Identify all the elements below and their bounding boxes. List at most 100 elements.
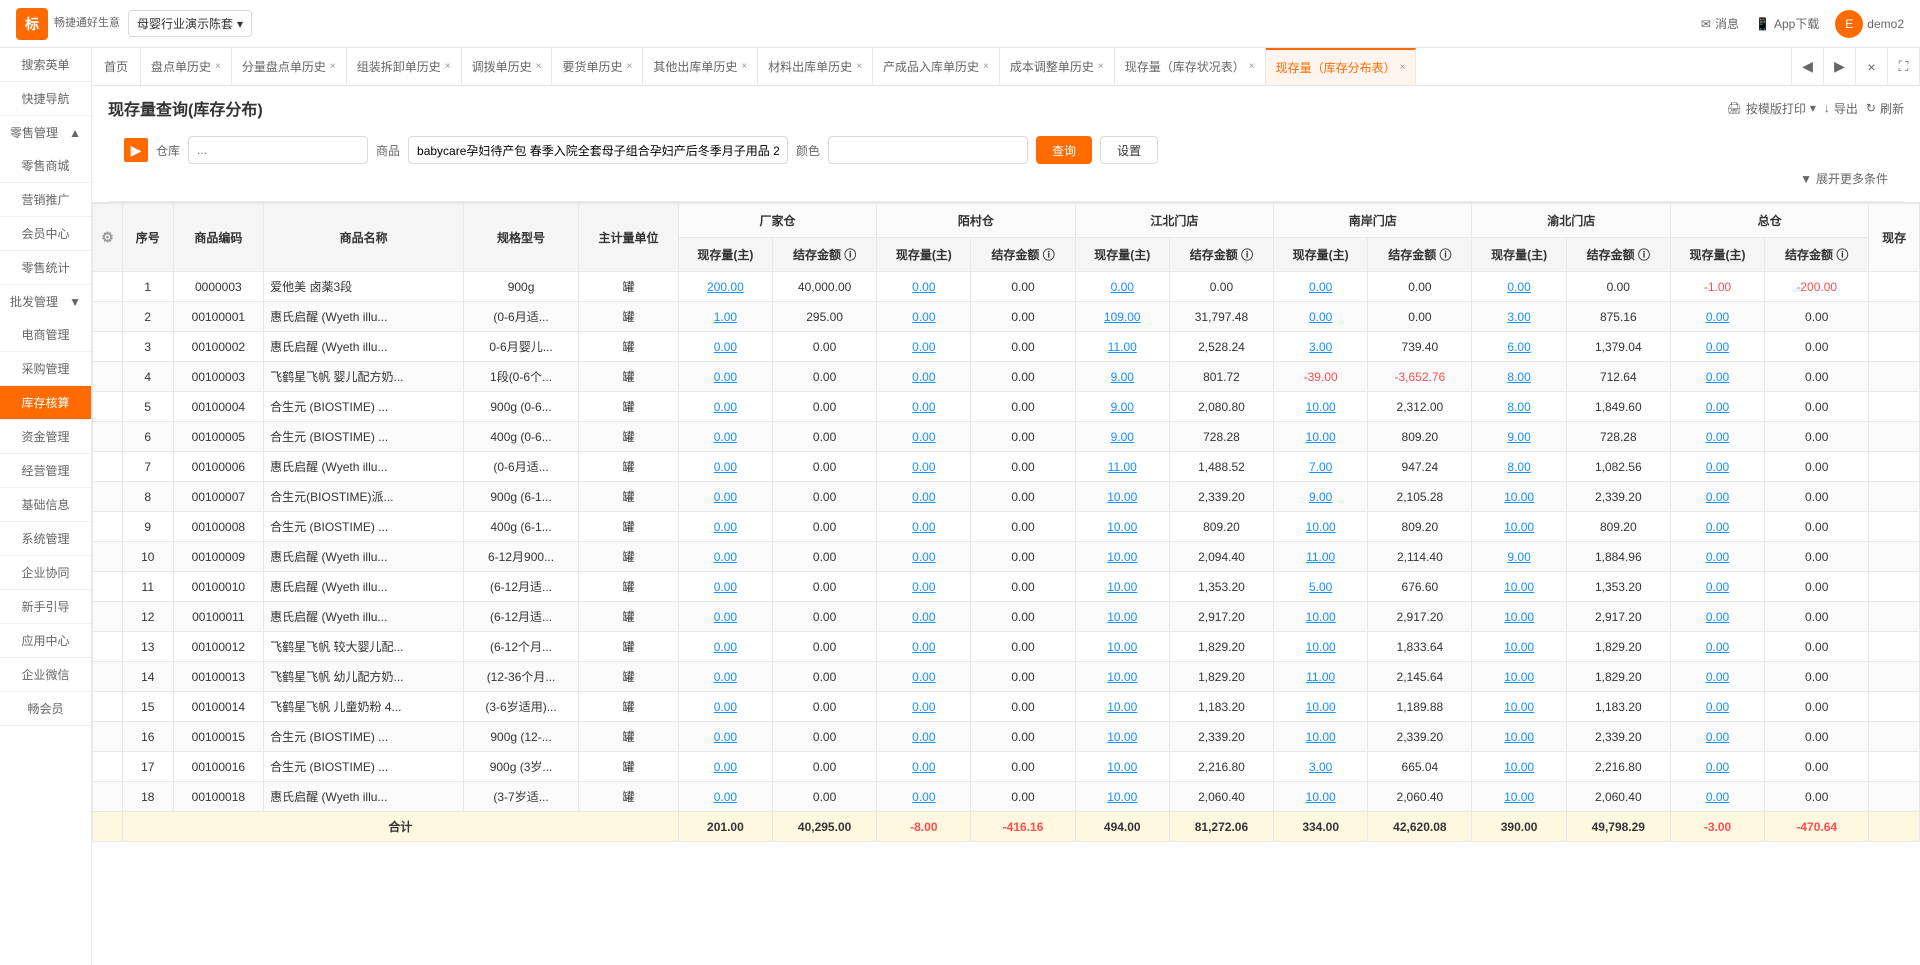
sidebar-item-wholesale[interactable]: 批发管理 ▼ — [0, 285, 91, 318]
app-icon: 📱 — [1755, 17, 1770, 31]
cell-mc-qty: 0.00 — [877, 392, 971, 422]
cell-current — [1869, 302, 1920, 332]
tab-close-icon[interactable]: × — [445, 61, 451, 72]
tab-material-out[interactable]: 材料出库单历史 × — [758, 48, 873, 86]
tab-close-icon[interactable]: × — [741, 61, 747, 72]
tab-close-icon[interactable]: × — [215, 61, 221, 72]
top-bar-left: 标 畅捷通好生意 母婴行业演示陈套 ▾ — [16, 8, 252, 40]
store-selector[interactable]: 母婴行业演示陈套 ▾ — [128, 10, 252, 37]
cell-code: 00100002 — [173, 332, 264, 362]
sidebar-item-search[interactable]: 搜索英单 — [0, 48, 91, 82]
color-input[interactable] — [828, 136, 1028, 164]
expand-more-btn[interactable]: ▼ 展开更多条件 — [1800, 170, 1888, 187]
sidebar-item-operation[interactable]: 经营管理 — [0, 454, 91, 488]
sidebar-item-basic[interactable]: 基础信息 — [0, 488, 91, 522]
tab-close-icon[interactable]: × — [330, 61, 336, 72]
store-name: 母婴行业演示陈套 — [137, 15, 233, 32]
tab-close-all-btn[interactable]: × — [1856, 48, 1888, 86]
sidebar-item-finance[interactable]: 资金管理 — [0, 420, 91, 454]
print-btn[interactable]: 🖨 按模版打印 ▾ — [1727, 100, 1816, 117]
filter-expand-btn[interactable]: ▶ — [124, 138, 148, 162]
warehouse-input[interactable] — [188, 136, 368, 164]
tab-other-out[interactable]: 其他出库单历史 × — [643, 48, 758, 86]
cell-zc-qty: 0.00 — [1670, 332, 1764, 362]
sidebar-item-marketing[interactable]: 营销推广 — [0, 183, 91, 217]
cell-mc-amt: 0.00 — [971, 572, 1075, 602]
tab-sub-point-history[interactable]: 分量盘点单历史 × — [232, 48, 347, 86]
cell-fj-qty: 0.00 — [678, 422, 772, 452]
refresh-icon: ↻ — [1866, 101, 1876, 115]
cell-fj-amt: 0.00 — [773, 482, 877, 512]
refresh-btn[interactable]: ↻ 刷新 — [1866, 100, 1904, 117]
cell-zc-qty: 0.00 — [1670, 512, 1764, 542]
footer-jb-qty: 494.00 — [1075, 812, 1169, 842]
sidebar-item-nav[interactable]: 快捷导航 — [0, 82, 91, 116]
tab-fullscreen-btn[interactable]: ⛶ — [1888, 48, 1920, 86]
cell-na-amt: 0.00 — [1368, 302, 1472, 332]
cell-zc-qty: 0.00 — [1670, 572, 1764, 602]
cell-seq: 17 — [123, 752, 174, 782]
sidebar-item-purchase[interactable]: 采购管理 — [0, 352, 91, 386]
tab-close-icon[interactable]: × — [983, 61, 989, 72]
query-button[interactable]: 查询 — [1036, 136, 1092, 164]
cell-spec: 0-6月婴儿... — [463, 332, 578, 362]
tab-close-icon[interactable]: × — [536, 61, 542, 72]
cell-yb-qty: 10.00 — [1472, 692, 1566, 722]
sidebar-item-retail-mgmt[interactable]: 零售管理 ▲ — [0, 116, 91, 149]
tab-order-history[interactable]: 要货单历史 × — [552, 48, 643, 86]
cell-current — [1869, 362, 1920, 392]
tab-home[interactable]: 首页 — [92, 48, 141, 86]
cell-zc-amt: 0.00 — [1765, 632, 1869, 662]
sidebar-item-retail-shop[interactable]: 零售商城 — [0, 149, 91, 183]
th-zc-amt: 结存金额 ⓘ — [1765, 238, 1869, 272]
tab-product-in[interactable]: 产成品入库单历史 × — [873, 48, 1000, 86]
sidebar-item-guide[interactable]: 新手引导 — [0, 590, 91, 624]
cell-yb-qty: 10.00 — [1472, 662, 1566, 692]
cell-fj-qty: 0.00 — [678, 392, 772, 422]
sidebar-item-appcenter[interactable]: 应用中心 — [0, 624, 91, 658]
tab-close-icon[interactable]: × — [626, 61, 632, 72]
cell-zc-amt: 0.00 — [1765, 512, 1869, 542]
cell-fj-amt: 0.00 — [773, 632, 877, 662]
sidebar-item-members[interactable]: 畅会员 — [0, 692, 91, 726]
sidebar-item-system[interactable]: 系统管理 — [0, 522, 91, 556]
tab-transfer-history[interactable]: 调拨单历史 × — [462, 48, 553, 86]
export-btn[interactable]: ↓ 导出 — [1824, 100, 1858, 117]
cell-jb-amt: 2,339.20 — [1169, 482, 1273, 512]
tab-inventory-dist[interactable]: 现存量（库存分布表） × — [1266, 48, 1417, 86]
sidebar-item-wechat[interactable]: 企业微信 — [0, 658, 91, 692]
cell-current — [1869, 752, 1920, 782]
tab-cost-adjust[interactable]: 成本调整单历史 × — [1000, 48, 1115, 86]
sidebar-item-inventory[interactable]: 库存核算 — [0, 386, 91, 420]
tab-next-btn[interactable]: ▶ — [1824, 48, 1856, 86]
chevron-down-icon: ▼ — [69, 295, 81, 309]
tab-close-icon[interactable]: × — [1098, 61, 1104, 72]
cell-name: 飞鹤星飞帆 较大婴儿配... — [264, 632, 464, 662]
sidebar-item-member[interactable]: 会员中心 — [0, 217, 91, 251]
cell-spec: 1段(0-6个... — [463, 362, 578, 392]
cell-jb-qty: 9.00 — [1075, 392, 1169, 422]
gear-icon[interactable]: ⚙ — [101, 229, 114, 245]
cell-mc-qty: 0.00 — [877, 632, 971, 662]
cell-mc-amt: 0.00 — [971, 542, 1075, 572]
app-btn[interactable]: 📱 App下载 — [1755, 15, 1819, 32]
footer-label: 合计 — [123, 812, 679, 842]
tab-close-icon[interactable]: × — [856, 61, 862, 72]
cell-jb-amt: 801.72 — [1169, 362, 1273, 392]
tab-prev-btn[interactable]: ◀ — [1792, 48, 1824, 86]
setting-button[interactable]: 设置 — [1100, 136, 1158, 164]
sidebar-item-ecommerce[interactable]: 电商管理 — [0, 318, 91, 352]
goods-input[interactable] — [408, 136, 788, 164]
tab-close-icon[interactable]: × — [1249, 61, 1255, 72]
sidebar-item-retail-stats[interactable]: 零售统计 — [0, 251, 91, 285]
sidebar-item-enterprise[interactable]: 企业协同 — [0, 556, 91, 590]
tab-point-history[interactable]: 盘点单历史 × — [141, 48, 232, 86]
msg-btn[interactable]: ✉ 消息 — [1701, 15, 1739, 32]
tab-combo-dismantle[interactable]: 组装拆卸单历史 × — [347, 48, 462, 86]
tab-close-icon[interactable]: × — [1400, 62, 1406, 73]
user-btn[interactable]: E demo2 — [1835, 10, 1904, 38]
table-row: 17 00100016 合生元 (BIOSTIME) ... 900g (3岁.… — [93, 752, 1920, 782]
footer-jb-amt: 81,272.06 — [1169, 812, 1273, 842]
tab-inventory-status[interactable]: 现存量（库存状况表） × — [1115, 48, 1266, 86]
cell-fj-qty: 0.00 — [678, 662, 772, 692]
